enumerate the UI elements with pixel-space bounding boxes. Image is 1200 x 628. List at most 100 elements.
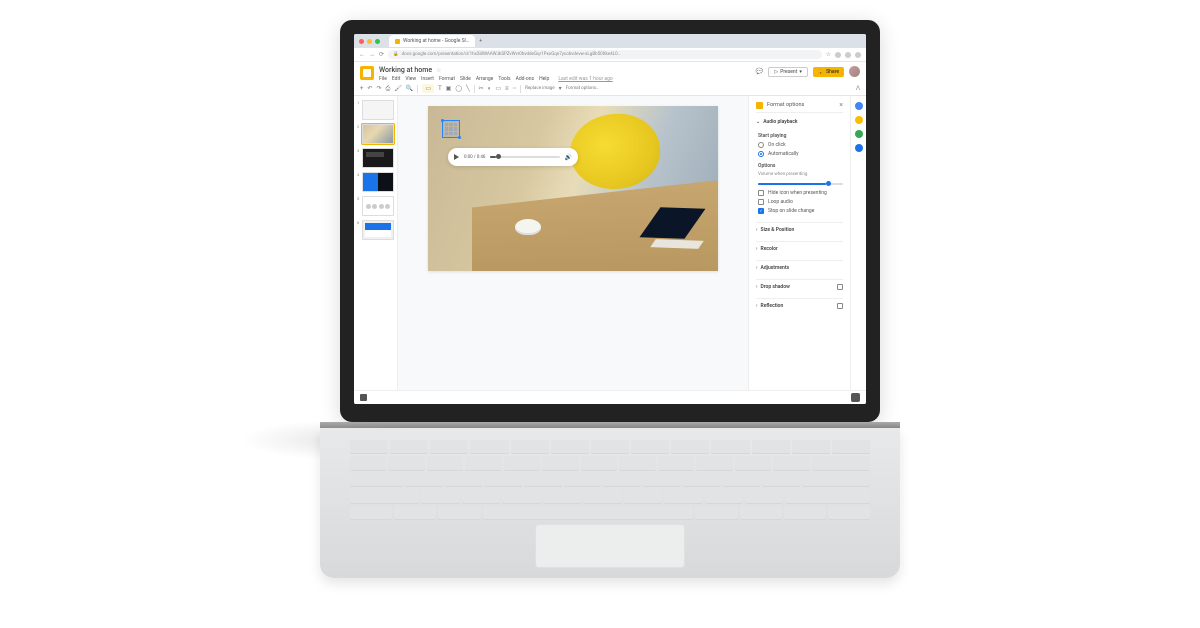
share-button[interactable]: 🔒 Share <box>813 67 844 77</box>
screen-bezel: Working at home - Google Sl… + ← → ⟳ 🔒 d… <box>340 20 880 422</box>
print-icon[interactable]: ⎙ <box>385 85 390 93</box>
bottom-bar <box>354 390 866 404</box>
radio-automatically[interactable]: Automatically <box>758 151 843 157</box>
checkbox-icon <box>758 190 764 196</box>
new-tab-button[interactable]: + <box>479 38 482 44</box>
recolor-section[interactable]: › Recolor <box>756 241 843 256</box>
crop-icon[interactable]: ✂ <box>479 85 484 92</box>
replace-image-menu[interactable]: Replace image <box>525 86 555 91</box>
present-icon: ▷ <box>774 69 778 75</box>
format-options-sidebar: Format options × ⌄ Audio playback Start … <box>748 96 866 390</box>
radio-on-click[interactable]: On click <box>758 142 843 148</box>
zoom-icon[interactable]: 🔍 <box>406 85 413 92</box>
tasks-icon[interactable] <box>855 130 863 138</box>
laptop-mockup: Working at home - Google Sl… + ← → ⟳ 🔒 d… <box>340 20 880 578</box>
thumbnail[interactable]: 3 <box>357 148 394 168</box>
trackpad <box>535 524 685 568</box>
slide-thumbnails: 1 2 3 4 5 6 <box>354 96 398 390</box>
options-label: Options <box>758 163 843 169</box>
slides-logo-icon[interactable] <box>360 66 374 80</box>
radio-icon <box>758 151 764 157</box>
scene-speaker <box>515 219 541 235</box>
size-position-section[interactable]: › Size & Position <box>756 222 843 237</box>
user-avatar[interactable] <box>849 66 860 77</box>
chevron-down-icon[interactable]: ▾ <box>559 85 562 92</box>
thumbnail[interactable]: 6 <box>357 220 394 240</box>
new-slide-icon[interactable]: + <box>360 85 363 92</box>
url-text: docs.google.com/presentation/d/1hx2i8WAA… <box>402 52 621 57</box>
slides-favicon <box>395 39 400 44</box>
slide[interactable]: 0:00 / 0:46 🔊 <box>428 106 718 271</box>
browser-tab[interactable]: Working at home - Google Sl… <box>389 35 475 47</box>
star-icon[interactable]: ☆ <box>826 51 831 58</box>
scene-pillow <box>565 108 665 195</box>
audio-object-selection[interactable] <box>442 120 460 138</box>
window-close-dot[interactable] <box>359 39 364 44</box>
check-hide-icon[interactable]: Hide icon when presenting <box>758 190 843 196</box>
maps-icon[interactable] <box>855 144 863 152</box>
play-icon[interactable] <box>454 154 459 160</box>
keep-icon[interactable] <box>855 116 863 124</box>
comments-icon[interactable]: 💬 <box>756 68 763 75</box>
border-weight-icon[interactable]: ≡ <box>505 85 509 92</box>
filmstrip-toggle-icon[interactable] <box>360 394 367 401</box>
check-stop-on-change[interactable]: Stop on slide change <box>758 208 843 214</box>
forward-icon[interactable]: → <box>369 51 375 58</box>
thumbnail[interactable]: 4 <box>357 172 394 192</box>
mask-icon[interactable]: ◐ <box>488 85 492 92</box>
side-panel-rail <box>850 96 866 390</box>
doc-title[interactable]: Working at home <box>379 66 432 74</box>
format-options-menu[interactable]: Format options… <box>566 86 600 91</box>
window-maximize-dot[interactable] <box>375 39 380 44</box>
border-color-icon[interactable]: ▭ <box>495 85 501 92</box>
toolbar: + ↶ ↷ ⎙ 🖌 🔍 ▭ T ▣ ◯ ╲ ✂ ◐ ▭ ≡ <box>354 82 866 96</box>
thumbnail[interactable]: 5 <box>357 196 394 216</box>
volume-slider[interactable] <box>758 183 843 185</box>
image-icon[interactable]: ▣ <box>446 85 452 92</box>
thumbnail[interactable]: 2 <box>357 124 394 144</box>
paint-format-icon[interactable]: 🖌 <box>394 85 402 92</box>
browser-tab-strip: Working at home - Google Sl… + <box>354 34 866 48</box>
url-bar[interactable]: 🔒 docs.google.com/presentation/d/1hx2i8W… <box>388 50 822 59</box>
shape-icon[interactable]: ◯ <box>455 85 462 92</box>
chevron-down-icon: ⌄ <box>756 119 760 125</box>
hide-menus-icon[interactable]: ᐱ <box>856 85 860 92</box>
adjustments-section[interactable]: › Adjustments <box>756 260 843 275</box>
thumbnail[interactable]: 1 <box>357 100 394 120</box>
checkbox-icon <box>758 199 764 205</box>
select-tool-icon[interactable]: ▭ <box>422 84 434 93</box>
checkbox-icon[interactable] <box>837 284 843 290</box>
calendar-icon[interactable] <box>855 102 863 110</box>
star-doc-icon[interactable]: ☆ <box>436 67 441 74</box>
player-time: 0:00 / 0:46 <box>464 155 485 160</box>
present-button[interactable]: ▷ Present ▾ <box>768 67 807 77</box>
redo-icon[interactable]: ↷ <box>376 85 381 92</box>
reload-icon[interactable]: ⟳ <box>379 51 384 58</box>
drop-shadow-section[interactable]: › Drop shadow <box>756 279 843 294</box>
format-options-icon <box>756 102 763 109</box>
chevron-right-icon: › <box>756 303 758 309</box>
textbox-icon[interactable]: T <box>438 85 442 92</box>
audio-playback-section[interactable]: ⌄ Audio playback <box>756 117 843 127</box>
laptop-keyboard <box>320 428 900 578</box>
scene-book <box>650 239 704 249</box>
explore-button[interactable] <box>851 393 860 402</box>
slide-canvas[interactable]: 0:00 / 0:46 🔊 <box>398 96 748 390</box>
seek-slider[interactable] <box>490 156 559 158</box>
reflection-section[interactable]: › Reflection <box>756 298 843 313</box>
tab-title: Working at home - Google Sl… <box>403 38 469 44</box>
line-icon[interactable]: ╲ <box>466 85 470 92</box>
audio-player[interactable]: 0:00 / 0:46 🔊 <box>448 148 578 166</box>
chevron-right-icon: › <box>756 284 758 290</box>
checkbox-icon[interactable] <box>837 303 843 309</box>
volume-icon[interactable]: 🔊 <box>565 154 572 161</box>
start-playing-label: Start playing <box>758 133 843 139</box>
close-icon[interactable]: × <box>839 101 843 109</box>
back-icon[interactable]: ← <box>359 51 365 58</box>
window-minimize-dot[interactable] <box>367 39 372 44</box>
undo-icon[interactable]: ↶ <box>367 85 372 92</box>
extensions <box>835 52 861 58</box>
volume-label: Volume when presenting <box>758 172 843 177</box>
border-dash-icon[interactable]: ┄ <box>513 85 517 92</box>
check-loop-audio[interactable]: Loop audio <box>758 199 843 205</box>
